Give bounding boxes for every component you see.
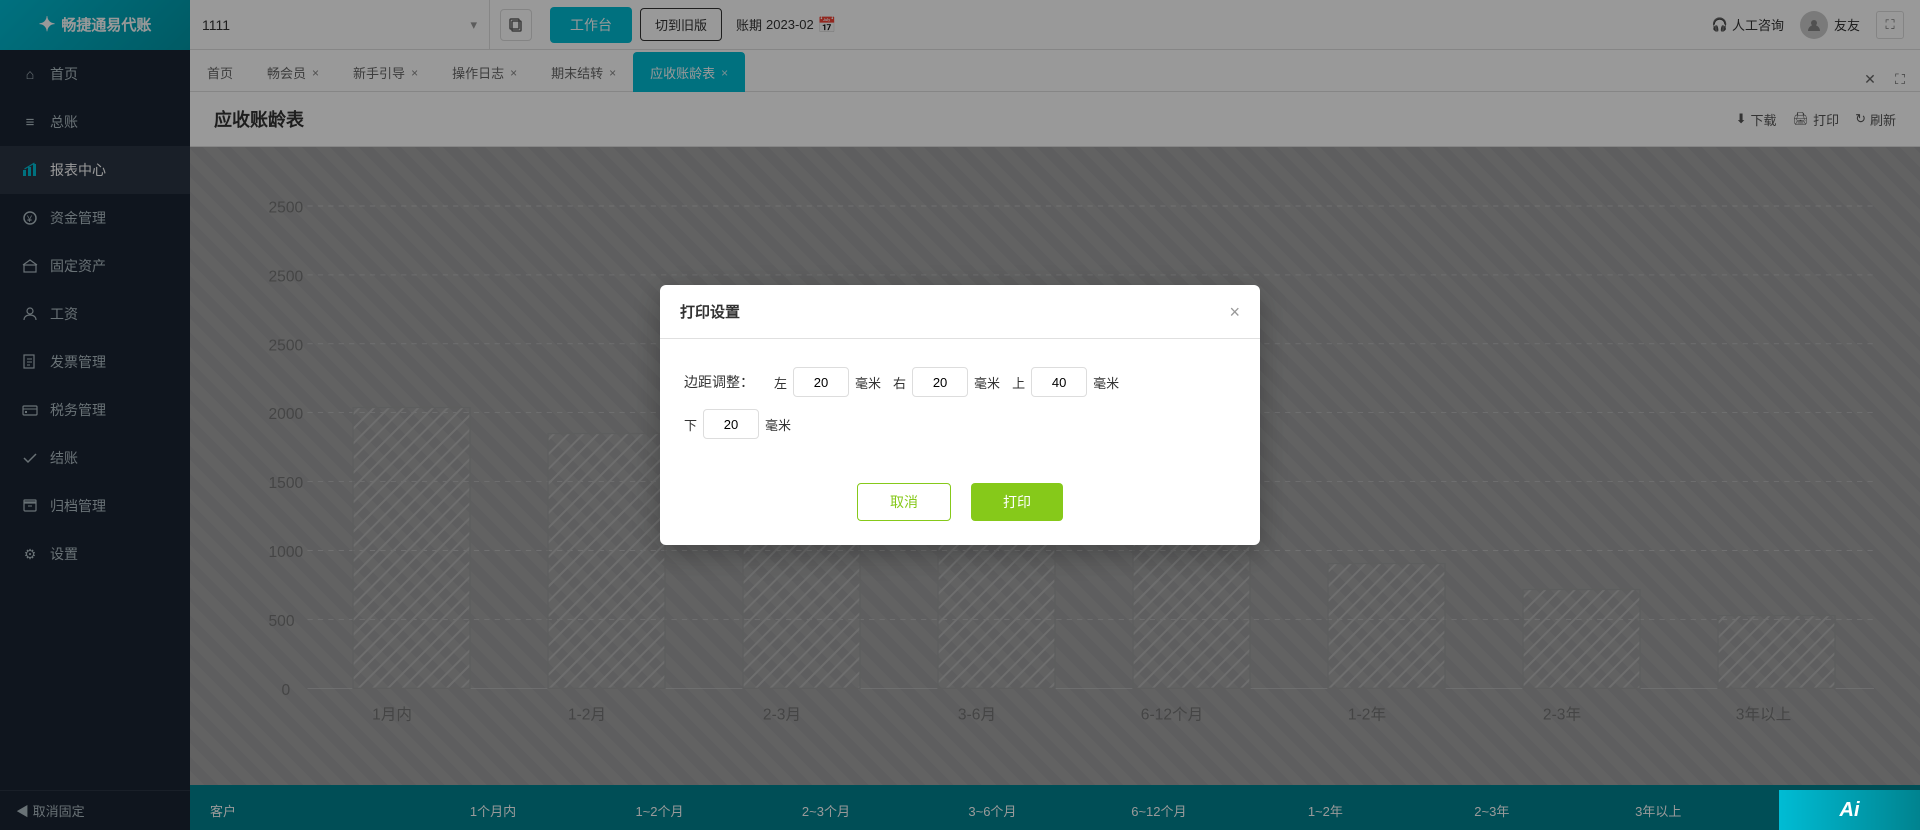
left-input[interactable] <box>793 367 849 397</box>
modal-footer: 取消 打印 <box>660 467 1260 545</box>
top-label: 上 <box>1012 373 1025 392</box>
margin-group-left: 左 毫米 <box>774 367 881 397</box>
ai-badge[interactable]: Ai <box>1779 790 1920 830</box>
modal-overlay: 打印设置 × 边距调整： 左 毫米 右 毫米 上 毫米 <box>0 0 1920 830</box>
bottom-unit: 毫米 <box>765 415 791 434</box>
right-label: 右 <box>893 373 906 392</box>
ai-badge-label: Ai <box>1840 799 1860 822</box>
print-settings-modal: 打印设置 × 边距调整： 左 毫米 右 毫米 上 毫米 <box>660 285 1260 545</box>
print-confirm-button[interactable]: 打印 <box>971 483 1063 521</box>
left-unit: 毫米 <box>855 373 881 392</box>
left-label: 左 <box>774 373 787 392</box>
margin-group-top: 上 毫米 <box>1012 367 1119 397</box>
bottom-input[interactable] <box>703 409 759 439</box>
cancel-button[interactable]: 取消 <box>857 483 951 521</box>
margin-label: 边距调整： <box>684 372 754 392</box>
modal-header: 打印设置 × <box>660 285 1260 339</box>
modal-title: 打印设置 <box>680 301 740 322</box>
top-input[interactable] <box>1031 367 1087 397</box>
right-input[interactable] <box>912 367 968 397</box>
margin-group-right: 右 毫米 <box>893 367 1000 397</box>
top-unit: 毫米 <box>1093 373 1119 392</box>
margin-group-bottom: 下 毫米 <box>684 409 791 439</box>
right-unit: 毫米 <box>974 373 1000 392</box>
modal-body: 边距调整： 左 毫米 右 毫米 上 毫米 下 <box>660 339 1260 467</box>
bottom-margin-label: 下 <box>684 415 697 434</box>
modal-close-button[interactable]: × <box>1229 303 1240 321</box>
margin-row: 边距调整： 左 毫米 右 毫米 上 毫米 下 <box>684 367 1236 439</box>
